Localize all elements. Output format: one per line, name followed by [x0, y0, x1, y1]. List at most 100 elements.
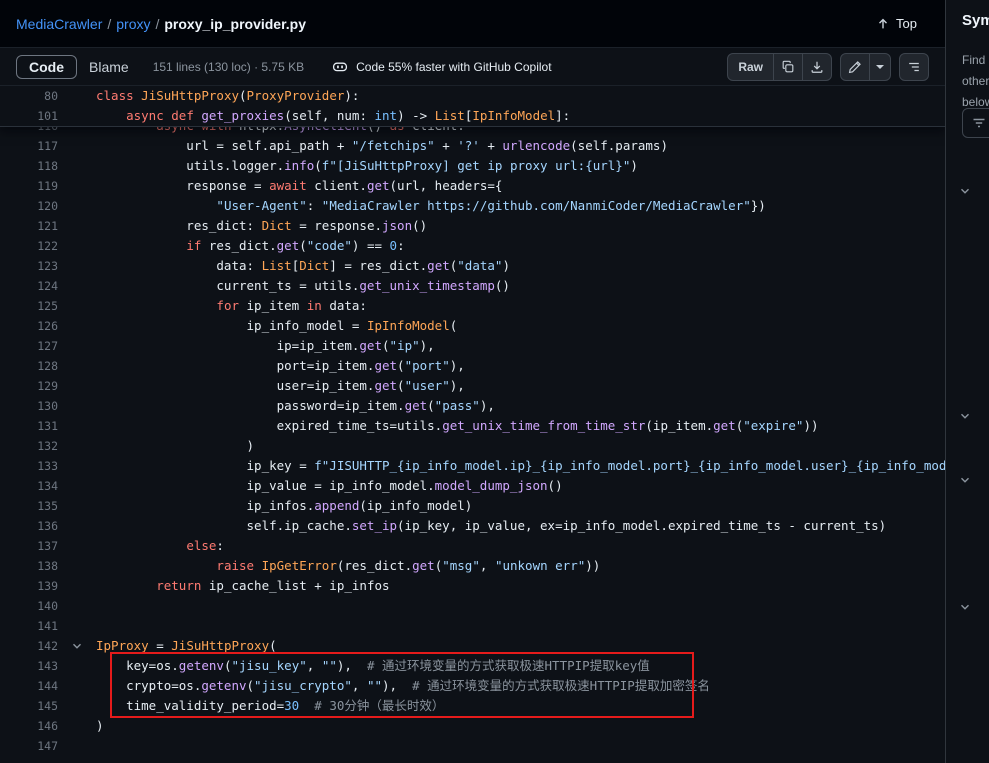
- line-number[interactable]: 140: [0, 596, 58, 616]
- symbols-desc-line: other: [962, 71, 989, 92]
- line-number[interactable]: 80: [0, 86, 58, 106]
- line-number[interactable]: 121: [0, 216, 58, 236]
- line-number[interactable]: 127: [0, 336, 58, 356]
- line-number[interactable]: 145: [0, 696, 58, 716]
- gutter: [58, 236, 96, 256]
- line-number[interactable]: 147: [0, 736, 58, 756]
- symbols-filter-input[interactable]: [962, 108, 989, 138]
- gutter: [58, 276, 96, 296]
- line-number[interactable]: 135: [0, 496, 58, 516]
- code-line: 134 ip_value = ip_info_model.model_dump_…: [0, 476, 945, 496]
- code-text: IpProxy = JiSuHttpProxy(: [96, 636, 945, 656]
- symbol-expand-chevron-icon[interactable]: [958, 600, 974, 616]
- gutter: [58, 736, 96, 756]
- line-number[interactable]: 134: [0, 476, 58, 496]
- file-view: MediaCrawler / proxy / proxy_ip_provider…: [0, 0, 945, 763]
- line-number[interactable]: 132: [0, 436, 58, 456]
- copy-button[interactable]: [773, 53, 803, 81]
- code-text: res_dict: Dict = response.json(): [96, 216, 945, 236]
- code-line: 127 ip=ip_item.get("ip"),: [0, 336, 945, 356]
- gutter: [58, 396, 96, 416]
- code-line: 137 else:: [0, 536, 945, 556]
- code-text: [96, 596, 945, 616]
- outline-icon: [907, 60, 921, 74]
- copy-icon: [781, 60, 795, 74]
- raw-copy-download-group: Raw: [727, 53, 832, 81]
- code-text: [96, 736, 945, 756]
- line-number[interactable]: 101: [0, 106, 58, 126]
- file-meta-info: 151 lines (130 loc) · 5.75 KB: [153, 60, 304, 74]
- chevron-down-icon: [876, 65, 884, 73]
- symbol-expand-chevron-icon[interactable]: [958, 409, 974, 425]
- breadcrumb: MediaCrawler / proxy / proxy_ip_provider…: [16, 16, 306, 32]
- code-line: 142 IpProxy = JiSuHttpProxy(: [0, 636, 945, 656]
- code-text: current_ts = utils.get_unix_timestamp(): [96, 276, 945, 296]
- edit-button[interactable]: [840, 53, 870, 81]
- gutter: [58, 136, 96, 156]
- gutter: [58, 516, 96, 536]
- gutter: [58, 716, 96, 736]
- line-number[interactable]: 146: [0, 716, 58, 736]
- line-number[interactable]: 142: [0, 636, 58, 656]
- line-number[interactable]: 131: [0, 416, 58, 436]
- line-number[interactable]: 130: [0, 396, 58, 416]
- code-text: ip_infos.append(ip_info_model): [96, 496, 945, 516]
- code-line: 130 password=ip_item.get("pass"),: [0, 396, 945, 416]
- gutter: [58, 536, 96, 556]
- line-number[interactable]: 126: [0, 316, 58, 336]
- scroll-to-top-button[interactable]: Top: [876, 16, 917, 31]
- code-text: ip_info_model = IpInfoModel(: [96, 316, 945, 336]
- code-text: url = self.api_path + "/fetchips" + '?' …: [96, 136, 945, 156]
- line-number[interactable]: 138: [0, 556, 58, 576]
- code-text: if res_dict.get("code") == 0:: [96, 236, 945, 256]
- line-number[interactable]: 120: [0, 196, 58, 216]
- symbols-panel-description: Find other below: [962, 50, 989, 113]
- line-number[interactable]: 129: [0, 376, 58, 396]
- line-number[interactable]: 136: [0, 516, 58, 536]
- breadcrumb-repo-link[interactable]: MediaCrawler: [16, 16, 102, 32]
- tab-code[interactable]: Code: [16, 55, 77, 79]
- code-line: 129 user=ip_item.get("user"),: [0, 376, 945, 396]
- line-number[interactable]: 118: [0, 156, 58, 176]
- line-number[interactable]: 124: [0, 276, 58, 296]
- file-header: MediaCrawler / proxy / proxy_ip_provider…: [0, 0, 945, 48]
- raw-button[interactable]: Raw: [727, 53, 774, 81]
- line-number[interactable]: 128: [0, 356, 58, 376]
- line-number[interactable]: 139: [0, 576, 58, 596]
- code-text: self.ip_cache.set_ip(ip_key, ip_value, e…: [96, 516, 945, 536]
- gutter: [58, 436, 96, 456]
- gutter: [58, 176, 96, 196]
- copilot-icon: [332, 59, 348, 75]
- code-text: ): [96, 436, 945, 456]
- code-line: 143 key=os.getenv("jisu_key", ""), # 通过环…: [0, 656, 945, 676]
- code-text: raise IpGetError(res_dict.get("msg", "un…: [96, 556, 945, 576]
- line-number[interactable]: 133: [0, 456, 58, 476]
- gutter: [58, 676, 96, 696]
- line-number[interactable]: 144: [0, 676, 58, 696]
- code-line: 123 data: List[Dict] = res_dict.get("dat…: [0, 256, 945, 276]
- breadcrumb-dir-link[interactable]: proxy: [116, 16, 150, 32]
- line-number[interactable]: 143: [0, 656, 58, 676]
- gutter: [58, 316, 96, 336]
- tab-blame[interactable]: Blame: [77, 55, 141, 79]
- line-number[interactable]: 123: [0, 256, 58, 276]
- code-text: [96, 616, 945, 636]
- code-line: 122 if res_dict.get("code") == 0:: [0, 236, 945, 256]
- line-number[interactable]: 137: [0, 536, 58, 556]
- line-number[interactable]: 119: [0, 176, 58, 196]
- download-button[interactable]: [802, 53, 832, 81]
- line-number[interactable]: 141: [0, 616, 58, 636]
- edit-dropdown-button[interactable]: [869, 53, 891, 81]
- line-number[interactable]: 122: [0, 236, 58, 256]
- code-text: port=ip_item.get("port"),: [96, 356, 945, 376]
- gutter: [58, 106, 96, 126]
- symbols-panel-toggle-button[interactable]: [899, 53, 929, 81]
- symbol-expand-chevron-icon[interactable]: [958, 473, 974, 489]
- breadcrumb-separator: /: [102, 16, 116, 32]
- gutter: [58, 196, 96, 216]
- line-number[interactable]: 117: [0, 136, 58, 156]
- symbol-expand-chevron-icon[interactable]: [958, 184, 974, 200]
- line-number[interactable]: 125: [0, 296, 58, 316]
- collapse-chevron-icon[interactable]: [58, 636, 96, 656]
- code-line: 139 return ip_cache_list + ip_infos: [0, 576, 945, 596]
